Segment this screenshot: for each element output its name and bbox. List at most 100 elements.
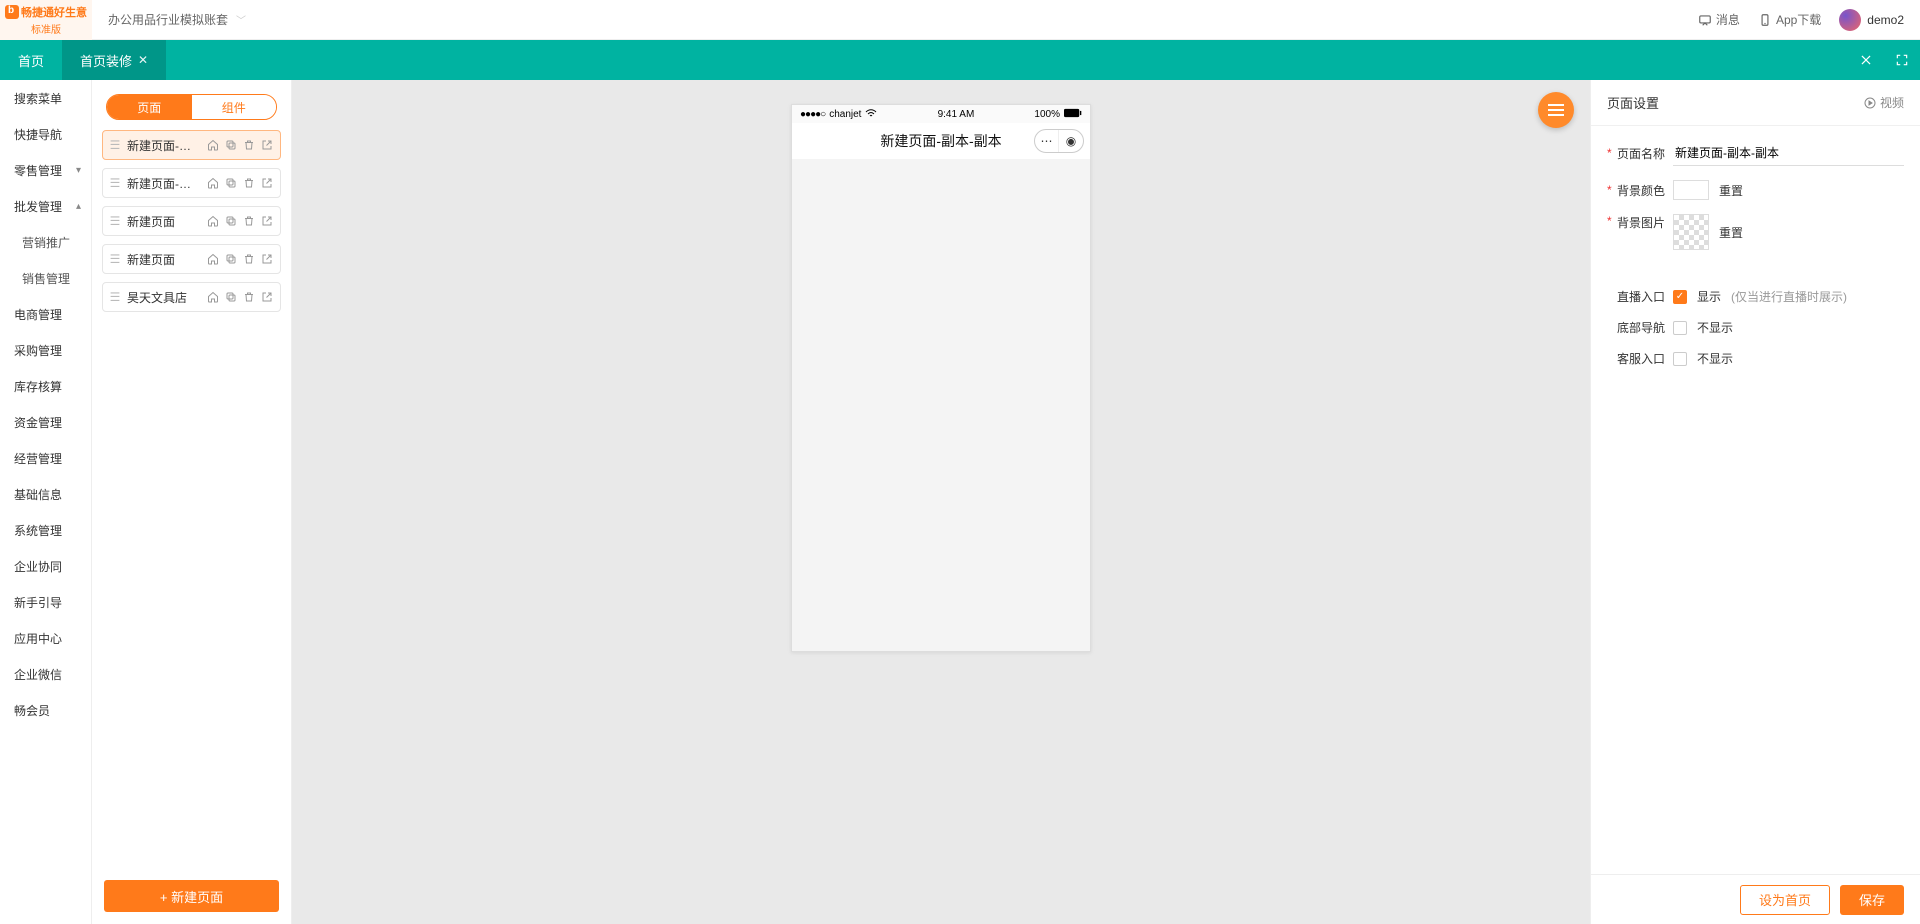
bg-color-swatch[interactable]	[1673, 180, 1709, 200]
nav-item[interactable]: 采购管理	[0, 332, 91, 368]
drag-handle-icon[interactable]: ☰	[109, 290, 121, 304]
share-icon[interactable]	[260, 290, 274, 304]
nav-item[interactable]: 营销推广	[0, 224, 91, 260]
phone-carrier: chanjet	[829, 109, 861, 120]
drag-handle-icon[interactable]: ☰	[109, 138, 121, 152]
close-icon[interactable]: ✕	[138, 53, 148, 67]
save-button[interactable]: 保存	[1840, 885, 1904, 915]
tab-home[interactable]: 首页	[0, 40, 62, 80]
checkbox-service[interactable]	[1673, 352, 1687, 366]
nav-item[interactable]: 新手引导	[0, 584, 91, 620]
label-bottom-nav-value: 不显示	[1697, 319, 1733, 336]
delete-icon[interactable]	[242, 176, 256, 190]
set-home-button[interactable]: 设为首页	[1740, 885, 1830, 915]
label-service-entry: 客服入口	[1617, 350, 1673, 367]
brand-logo: 畅捷通好生意 标准版	[0, 0, 92, 40]
row-bg-color: * 背景颜色 重置	[1607, 180, 1904, 200]
drag-handle-icon[interactable]: ☰	[109, 252, 121, 266]
copy-icon[interactable]	[224, 290, 238, 304]
nav-item[interactable]: 搜索菜单	[0, 80, 91, 116]
nav-item[interactable]: 零售管理▾	[0, 152, 91, 188]
nav-item[interactable]: 应用中心	[0, 620, 91, 656]
nav-item[interactable]: 经营管理	[0, 440, 91, 476]
page-list-item[interactable]: ☰新建页面-副本-...	[102, 130, 281, 160]
main-nav: 搜索菜单快捷导航零售管理▾批发管理▴营销推广销售管理电商管理采购管理库存核算资金…	[0, 80, 92, 924]
copy-icon[interactable]	[224, 176, 238, 190]
delete-icon[interactable]	[242, 138, 256, 152]
page-list-item[interactable]: ☰新建页面	[102, 244, 281, 274]
tab-page-decorate[interactable]: 首页装修 ✕	[62, 40, 166, 80]
miniprogram-controls: ⋯ ◉	[1034, 129, 1084, 153]
label-bottom-nav: 底部导航	[1617, 319, 1673, 336]
page-component-segment: 页面 组件	[106, 94, 277, 120]
nav-item[interactable]: 批发管理▴	[0, 188, 91, 224]
nav-item-label: 畅会员	[14, 702, 50, 719]
page-list-item[interactable]: ☰新建页面-副本	[102, 168, 281, 198]
messages-button[interactable]: 消息	[1698, 11, 1740, 28]
page-list-item[interactable]: ☰昊天文具店	[102, 282, 281, 312]
page-list-item[interactable]: ☰ 新建页面	[102, 206, 281, 236]
checkbox-live-show[interactable]: ✓	[1673, 290, 1687, 304]
segment-page[interactable]: 页面	[107, 95, 192, 119]
tenant-selector[interactable]: 办公用品行业模拟账套 ﹀	[108, 11, 246, 28]
home-icon[interactable]	[206, 214, 220, 228]
input-page-name[interactable]	[1673, 140, 1904, 166]
home-icon[interactable]	[206, 138, 220, 152]
nav-item[interactable]: 企业协同	[0, 548, 91, 584]
nav-item[interactable]: 企业微信	[0, 656, 91, 692]
nav-item[interactable]: 畅会员	[0, 692, 91, 728]
nav-item-label: 应用中心	[14, 630, 62, 647]
row-page-name: * 页面名称	[1607, 140, 1904, 166]
nav-item[interactable]: 系统管理	[0, 512, 91, 548]
row-bg-image: * 背景图片 重置	[1607, 214, 1904, 250]
nav-item[interactable]: 快捷导航	[0, 116, 91, 152]
nav-item[interactable]: 库存核算	[0, 368, 91, 404]
label-live-show: 显示	[1697, 288, 1721, 305]
copy-icon[interactable]	[224, 252, 238, 266]
user-name: demo2	[1867, 13, 1904, 27]
brand-sub: 标准版	[31, 21, 61, 36]
app-download-button[interactable]: App下载	[1758, 11, 1821, 28]
delete-icon[interactable]	[242, 214, 256, 228]
nav-item-label: 零售管理	[14, 162, 62, 179]
delete-icon[interactable]	[242, 252, 256, 266]
phone-time: 9:41 AM	[938, 109, 975, 120]
fullscreen-button[interactable]	[1884, 40, 1920, 80]
user-menu[interactable]: demo2	[1839, 9, 1904, 31]
new-page-button[interactable]: + 新建页面	[104, 880, 279, 912]
battery-icon	[1064, 108, 1082, 121]
video-help-label: 视频	[1880, 94, 1904, 111]
drag-handle-icon[interactable]: ☰	[109, 214, 121, 228]
bg-image-swatch[interactable]	[1673, 214, 1709, 250]
phone-preview: ●●●●○ chanjet 9:41 AM 100%	[791, 104, 1091, 652]
share-icon[interactable]	[260, 214, 274, 228]
drag-handle-icon[interactable]: ☰	[109, 176, 121, 190]
segment-component[interactable]: 组件	[192, 95, 277, 119]
home-icon[interactable]	[206, 290, 220, 304]
canvas-menu-button[interactable]	[1538, 92, 1574, 128]
share-icon[interactable]	[260, 138, 274, 152]
miniprogram-more-icon[interactable]: ⋯	[1035, 130, 1059, 152]
share-icon[interactable]	[260, 176, 274, 190]
row-bottom-nav: 底部导航 不显示	[1607, 319, 1904, 336]
bg-image-reset[interactable]: 重置	[1719, 224, 1743, 241]
close-all-tabs-button[interactable]	[1848, 40, 1884, 80]
share-icon[interactable]	[260, 252, 274, 266]
nav-item[interactable]: 销售管理	[0, 260, 91, 296]
home-icon[interactable]	[206, 252, 220, 266]
nav-item[interactable]: 基础信息	[0, 476, 91, 512]
bg-color-reset[interactable]: 重置	[1719, 182, 1743, 199]
miniprogram-close-icon[interactable]: ◉	[1059, 130, 1083, 152]
video-help-button[interactable]: 视频	[1864, 94, 1904, 111]
copy-icon[interactable]	[224, 214, 238, 228]
page-item-name: 新建页面	[127, 213, 200, 230]
home-icon[interactable]	[206, 176, 220, 190]
nav-item[interactable]: 资金管理	[0, 404, 91, 440]
label-service-value: 不显示	[1697, 350, 1733, 367]
delete-icon[interactable]	[242, 290, 256, 304]
checkbox-bottom-nav[interactable]	[1673, 321, 1687, 335]
copy-icon[interactable]	[224, 138, 238, 152]
nav-item[interactable]: 电商管理	[0, 296, 91, 332]
nav-item-label: 企业微信	[14, 666, 62, 683]
canvas[interactable]: ●●●●○ chanjet 9:41 AM 100%	[292, 80, 1590, 924]
